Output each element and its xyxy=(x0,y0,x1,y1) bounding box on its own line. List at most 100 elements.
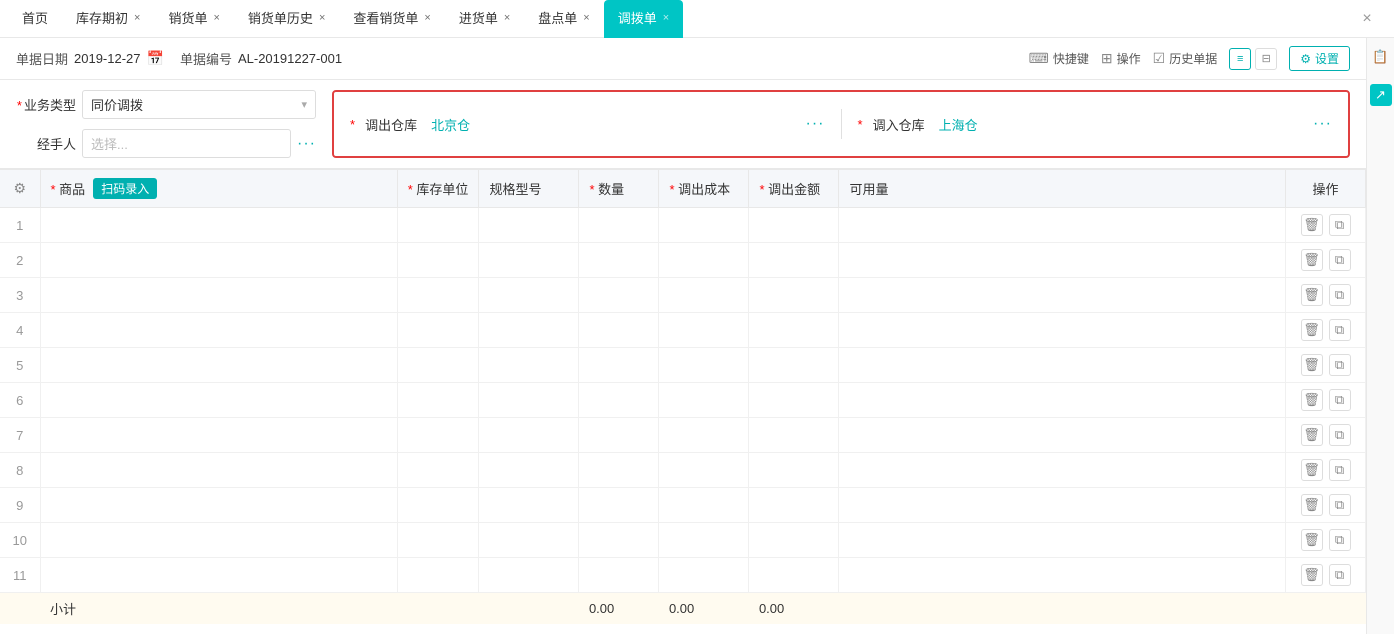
row-available[interactable] xyxy=(839,348,1286,383)
row-amount[interactable] xyxy=(749,523,839,558)
tab-inventory-init[interactable]: 库存期初 × xyxy=(62,0,154,38)
tab-sales-order-close[interactable]: × xyxy=(213,12,219,24)
row-unit[interactable] xyxy=(397,243,479,278)
row-spec[interactable] xyxy=(479,348,579,383)
row-delete-button[interactable]: 🗑 xyxy=(1301,424,1323,446)
shortcut-action[interactable]: ⌨ 快捷键 xyxy=(1029,50,1089,67)
row-copy-button[interactable]: ⧉ xyxy=(1329,249,1351,271)
row-cost[interactable] xyxy=(659,208,749,243)
warehouse-out-more-icon[interactable]: ··· xyxy=(806,115,825,133)
tab-sales-history-close[interactable]: × xyxy=(319,12,325,24)
row-delete-button[interactable]: 🗑 xyxy=(1301,319,1323,341)
row-spec[interactable] xyxy=(479,453,579,488)
row-quantity[interactable] xyxy=(579,488,659,523)
row-amount[interactable] xyxy=(749,418,839,453)
row-product[interactable] xyxy=(40,488,397,523)
row-copy-button[interactable]: ⧉ xyxy=(1329,564,1351,586)
row-spec[interactable] xyxy=(479,278,579,313)
table-settings-icon[interactable]: ⚙ xyxy=(13,180,26,196)
row-available[interactable] xyxy=(839,558,1286,593)
row-unit[interactable] xyxy=(397,348,479,383)
row-delete-button[interactable]: 🗑 xyxy=(1301,284,1323,306)
row-cost[interactable] xyxy=(659,243,749,278)
row-product[interactable] xyxy=(40,418,397,453)
scan-button[interactable]: 扫码录入 xyxy=(93,178,157,199)
tab-sales-order[interactable]: 销货单 × xyxy=(154,0,233,38)
row-available[interactable] xyxy=(839,523,1286,558)
row-delete-button[interactable]: 🗑 xyxy=(1301,459,1323,481)
tab-count-close[interactable]: × xyxy=(583,12,589,24)
row-amount[interactable] xyxy=(749,348,839,383)
row-cost[interactable] xyxy=(659,453,749,488)
row-spec[interactable] xyxy=(479,488,579,523)
row-amount[interactable] xyxy=(749,313,839,348)
row-delete-button[interactable]: 🗑 xyxy=(1301,529,1323,551)
row-cost[interactable] xyxy=(659,278,749,313)
row-delete-button[interactable]: 🗑 xyxy=(1301,389,1323,411)
row-quantity[interactable] xyxy=(579,278,659,313)
tab-transfer[interactable]: 调拨单 × xyxy=(604,0,683,38)
window-close-button[interactable]: × xyxy=(1348,0,1386,38)
tab-purchase-close[interactable]: × xyxy=(504,12,510,24)
row-delete-button[interactable]: 🗑 xyxy=(1301,214,1323,236)
operation-action[interactable]: ⊞ 操作 xyxy=(1101,50,1141,67)
row-unit[interactable] xyxy=(397,418,479,453)
row-quantity[interactable] xyxy=(579,453,659,488)
row-delete-button[interactable]: 🗑 xyxy=(1301,494,1323,516)
row-cost[interactable] xyxy=(659,523,749,558)
row-cost[interactable] xyxy=(659,313,749,348)
row-product[interactable] xyxy=(40,453,397,488)
row-quantity[interactable] xyxy=(579,348,659,383)
tab-view-sales[interactable]: 查看销货单 × xyxy=(339,0,444,38)
row-product[interactable] xyxy=(40,243,397,278)
row-quantity[interactable] xyxy=(579,418,659,453)
row-cost[interactable] xyxy=(659,418,749,453)
row-spec[interactable] xyxy=(479,383,579,418)
row-quantity[interactable] xyxy=(579,558,659,593)
row-unit[interactable] xyxy=(397,558,479,593)
row-spec[interactable] xyxy=(479,243,579,278)
row-product[interactable] xyxy=(40,523,397,558)
business-type-select[interactable]: 同价调拨 ▾ xyxy=(82,90,316,119)
row-quantity[interactable] xyxy=(579,523,659,558)
row-unit[interactable] xyxy=(397,488,479,523)
row-copy-button[interactable]: ⧉ xyxy=(1329,389,1351,411)
tab-sales-history[interactable]: 销货单历史 × xyxy=(234,0,339,38)
sidebar-note-icon[interactable]: 📋 xyxy=(1370,46,1392,68)
row-amount[interactable] xyxy=(749,208,839,243)
table-scroll[interactable]: ⚙ 商品 扫码录入 库存单位 规格型号 数量 调出成本 调出金额 可用量 操作 xyxy=(0,169,1366,634)
settings-button[interactable]: ⚙ 设置 xyxy=(1289,46,1350,71)
calendar-icon[interactable]: 📅 xyxy=(147,50,164,67)
sidebar-expand-icon[interactable]: ↗ xyxy=(1370,84,1392,106)
tab-count[interactable]: 盘点单 × xyxy=(524,0,603,38)
row-unit[interactable] xyxy=(397,523,479,558)
row-available[interactable] xyxy=(839,208,1286,243)
row-unit[interactable] xyxy=(397,278,479,313)
row-copy-button[interactable]: ⧉ xyxy=(1329,214,1351,236)
row-amount[interactable] xyxy=(749,243,839,278)
row-copy-button[interactable]: ⧉ xyxy=(1329,494,1351,516)
tab-home[interactable]: 首页 xyxy=(8,0,62,38)
tab-view-sales-close[interactable]: × xyxy=(424,12,430,24)
tab-purchase[interactable]: 进货单 × xyxy=(445,0,524,38)
row-copy-button[interactable]: ⧉ xyxy=(1329,529,1351,551)
row-product[interactable] xyxy=(40,278,397,313)
row-quantity[interactable] xyxy=(579,243,659,278)
row-available[interactable] xyxy=(839,488,1286,523)
row-available[interactable] xyxy=(839,278,1286,313)
handler-select[interactable]: 选择... xyxy=(82,129,291,158)
row-quantity[interactable] xyxy=(579,383,659,418)
tab-transfer-close[interactable]: × xyxy=(663,12,669,24)
history-action[interactable]: ☑ 历史单据 xyxy=(1153,50,1218,67)
row-cost[interactable] xyxy=(659,348,749,383)
row-delete-button[interactable]: 🗑 xyxy=(1301,564,1323,586)
row-available[interactable] xyxy=(839,313,1286,348)
row-cost[interactable] xyxy=(659,558,749,593)
row-available[interactable] xyxy=(839,383,1286,418)
row-product[interactable] xyxy=(40,558,397,593)
row-amount[interactable] xyxy=(749,558,839,593)
row-unit[interactable] xyxy=(397,313,479,348)
handler-more-icon[interactable]: ··· xyxy=(297,135,316,153)
row-copy-button[interactable]: ⧉ xyxy=(1329,459,1351,481)
row-copy-button[interactable]: ⧉ xyxy=(1329,284,1351,306)
